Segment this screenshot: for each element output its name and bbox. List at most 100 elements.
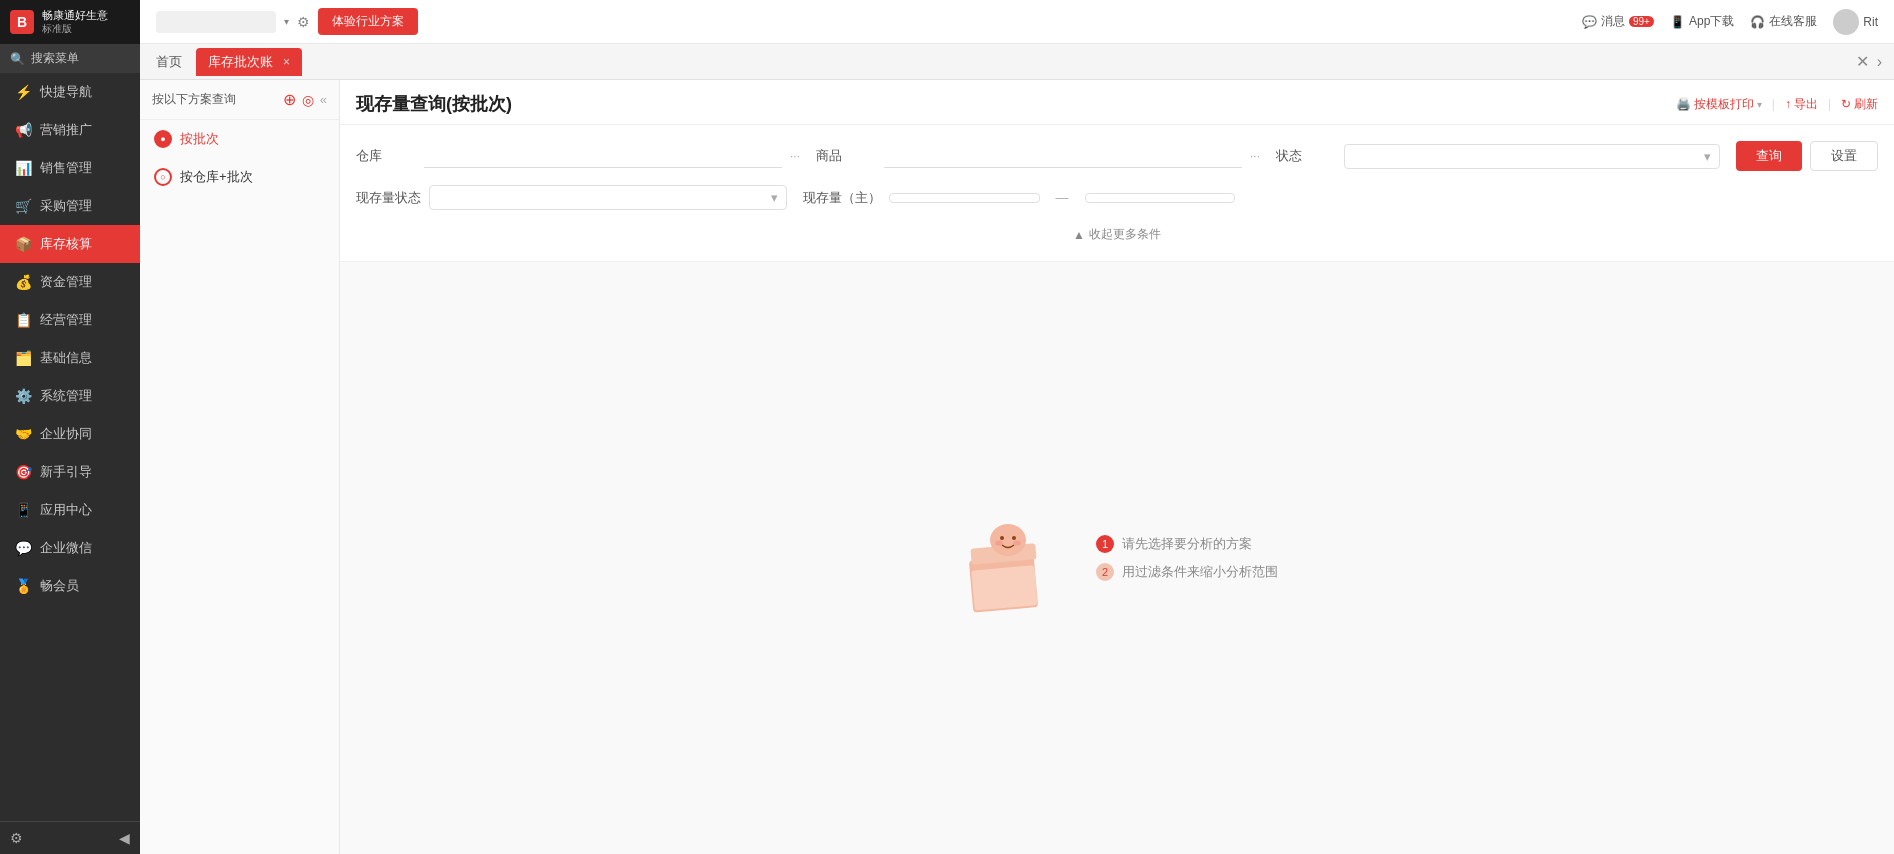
svg-point-4 bbox=[1000, 536, 1004, 540]
inventory-status-select[interactable]: ▾ bbox=[429, 185, 787, 210]
sidebar-search[interactable]: 🔍 搜索菜单 bbox=[0, 44, 140, 73]
select-arrow2: ▾ bbox=[771, 190, 778, 205]
product-label: 商品 bbox=[816, 147, 876, 165]
trial-button[interactable]: 体验行业方案 bbox=[318, 8, 418, 35]
scheme-settings-icon[interactable]: ◎ bbox=[302, 92, 314, 108]
apps-icon: 📱 bbox=[14, 502, 32, 518]
app-version: 标准版 bbox=[42, 22, 108, 36]
sidebar-item-enterprise[interactable]: 🤝 企业协同 bbox=[0, 415, 140, 453]
by-batch-label: 按批次 bbox=[180, 130, 219, 148]
inventory-qty-filter: 现存量（主） — bbox=[803, 189, 1234, 207]
inventory-icon: 📦 bbox=[14, 236, 32, 252]
search-label: 搜索菜单 bbox=[31, 50, 79, 67]
sidebar-item-label: 畅会员 bbox=[40, 577, 79, 595]
message-label: 消息 bbox=[1601, 13, 1625, 30]
sidebar-item-newbie[interactable]: 🎯 新手引导 bbox=[0, 453, 140, 491]
sidebar: B 畅康通好生意 标准版 🔍 搜索菜单 ⚡ 快捷导航 📢 营销推广 📊 销售管理… bbox=[0, 0, 140, 854]
add-scheme-icon[interactable]: ⊕ bbox=[283, 90, 296, 109]
settings-button[interactable]: 设置 bbox=[1810, 141, 1878, 171]
product-more-icon[interactable]: ··· bbox=[1250, 149, 1260, 163]
marketing-icon: 📢 bbox=[14, 122, 32, 138]
avatar bbox=[1833, 9, 1859, 35]
export-btn[interactable]: ↑ 导出 bbox=[1785, 96, 1818, 113]
chevron-down-icon[interactable]: ▾ bbox=[284, 16, 289, 27]
left-panel-item-by-warehouse-batch[interactable]: ○ 按仓库+批次 bbox=[140, 158, 339, 196]
page-title: 现存量查询(按批次) bbox=[356, 92, 512, 116]
by-warehouse-batch-label: 按仓库+批次 bbox=[180, 168, 253, 186]
online-support-item[interactable]: 🎧 在线客服 bbox=[1750, 13, 1817, 30]
warehouse-input[interactable] bbox=[424, 144, 782, 168]
close-panel-icon[interactable]: ✕ bbox=[1856, 52, 1869, 71]
inventory-qty-from[interactable] bbox=[889, 193, 1039, 203]
message-item[interactable]: 💬 消息 99+ bbox=[1582, 13, 1654, 30]
hint-text-2: 用过滤条件来缩小分析范围 bbox=[1122, 563, 1278, 581]
sidebar-item-quicknav[interactable]: ⚡ 快捷导航 bbox=[0, 73, 140, 111]
inventory-qty-label: 现存量（主） bbox=[803, 189, 881, 207]
export-icon: ↑ bbox=[1785, 97, 1791, 111]
chevron-right-icon[interactable]: › bbox=[1877, 53, 1882, 71]
product-input[interactable] bbox=[884, 144, 1242, 168]
sidebar-settings-btn[interactable]: ⚙ bbox=[10, 830, 23, 846]
topbar-gear-icon[interactable]: ⚙ bbox=[297, 14, 310, 30]
divider: | bbox=[1772, 97, 1775, 111]
refresh-btn[interactable]: ↻ 刷新 bbox=[1841, 96, 1878, 113]
sidebar-item-label: 新手引导 bbox=[40, 463, 92, 481]
status-select[interactable]: ▾ bbox=[1344, 144, 1720, 169]
app-download-item[interactable]: 📱 App下载 bbox=[1670, 13, 1734, 30]
sidebar-item-marketing[interactable]: 📢 营销推广 bbox=[0, 111, 140, 149]
tab-close-btn[interactable]: × bbox=[283, 55, 290, 69]
sidebar-item-label: 营销推广 bbox=[40, 121, 92, 139]
online-support-label: 在线客服 bbox=[1769, 13, 1817, 30]
left-panel-header: 按以下方案查询 ⊕ ◎ « bbox=[140, 80, 339, 120]
sidebar-item-member[interactable]: 🏅 畅会员 bbox=[0, 567, 140, 605]
tabs-bar: 首页 库存批次账 × ✕ › bbox=[140, 44, 1894, 80]
sidebar-collapse-btn[interactable]: ◀ bbox=[119, 830, 130, 846]
purchase-icon: 🛒 bbox=[14, 198, 32, 214]
newbie-icon: 🎯 bbox=[14, 464, 32, 480]
sidebar-item-basic[interactable]: 🗂️ 基础信息 bbox=[0, 339, 140, 377]
tabs-bar-right: ✕ › bbox=[1856, 52, 1890, 71]
user-item[interactable]: Rit bbox=[1833, 9, 1878, 35]
warehouse-batch-indicator: ○ bbox=[154, 168, 172, 186]
collapse-more-btn[interactable]: ▲ 收起更多条件 bbox=[356, 220, 1878, 249]
sidebar-item-operations[interactable]: 📋 经营管理 bbox=[0, 301, 140, 339]
inventory-status-filter: 现存量状态 ▾ bbox=[356, 185, 787, 210]
sidebar-item-system[interactable]: ⚙️ 系统管理 bbox=[0, 377, 140, 415]
sidebar-item-inventory[interactable]: 📦 库存核算 bbox=[0, 225, 140, 263]
sidebar-item-wechat[interactable]: 💬 企业微信 bbox=[0, 529, 140, 567]
sidebar-item-label: 应用中心 bbox=[40, 501, 92, 519]
sidebar-item-label: 快捷导航 bbox=[40, 83, 92, 101]
sidebar-item-label: 资金管理 bbox=[40, 273, 92, 291]
tab-home[interactable]: 首页 bbox=[144, 48, 194, 76]
sidebar-bottom: ⚙ ◀ bbox=[0, 821, 140, 854]
warehouse-label: 仓库 bbox=[356, 147, 416, 165]
sidebar-item-apps[interactable]: 📱 应用中心 bbox=[0, 491, 140, 529]
collapse-panel-icon[interactable]: « bbox=[320, 92, 327, 107]
status-filter: 状态 ▾ bbox=[1276, 144, 1720, 169]
inventory-qty-to[interactable] bbox=[1085, 193, 1235, 203]
tab-inventory-batch[interactable]: 库存批次账 × bbox=[196, 48, 302, 76]
sidebar-header: B 畅康通好生意 标准版 bbox=[0, 0, 140, 44]
hint-text-1: 请先选择要分析的方案 bbox=[1122, 535, 1252, 553]
app-download-label: App下载 bbox=[1689, 13, 1734, 30]
sidebar-item-finance[interactable]: 💰 资金管理 bbox=[0, 263, 140, 301]
chevron-up-icon: ▲ bbox=[1073, 228, 1085, 242]
batch-indicator: ● bbox=[154, 130, 172, 148]
divider2: | bbox=[1828, 97, 1831, 111]
left-panel-item-by-batch[interactable]: ● 按批次 bbox=[140, 120, 339, 158]
sidebar-item-sales[interactable]: 📊 销售管理 bbox=[0, 149, 140, 187]
tab-home-label: 首页 bbox=[156, 53, 182, 71]
right-panel: 现存量查询(按批次) 🖨️ 按模板打印 ▾ | ↑ 导出 | ↻ bbox=[340, 80, 1894, 854]
warehouse-more-icon[interactable]: ··· bbox=[790, 149, 800, 163]
sidebar-item-label: 销售管理 bbox=[40, 159, 92, 177]
app-logo: B bbox=[10, 10, 34, 34]
print-template-btn[interactable]: 🖨️ 按模板打印 ▾ bbox=[1676, 96, 1762, 113]
sidebar-item-purchase[interactable]: 🛒 采购管理 bbox=[0, 187, 140, 225]
topbar-search-input[interactable] bbox=[156, 11, 276, 33]
settings-icon: ⚙ bbox=[10, 830, 23, 846]
topbar: ▾ ⚙ 体验行业方案 💬 消息 99+ 📱 App下载 🎧 在线客服 Rit bbox=[140, 0, 1894, 44]
sidebar-item-label: 企业微信 bbox=[40, 539, 92, 557]
sidebar-item-label: 企业协同 bbox=[40, 425, 92, 443]
hint-number-1: 1 bbox=[1096, 535, 1114, 553]
query-button[interactable]: 查询 bbox=[1736, 141, 1802, 171]
